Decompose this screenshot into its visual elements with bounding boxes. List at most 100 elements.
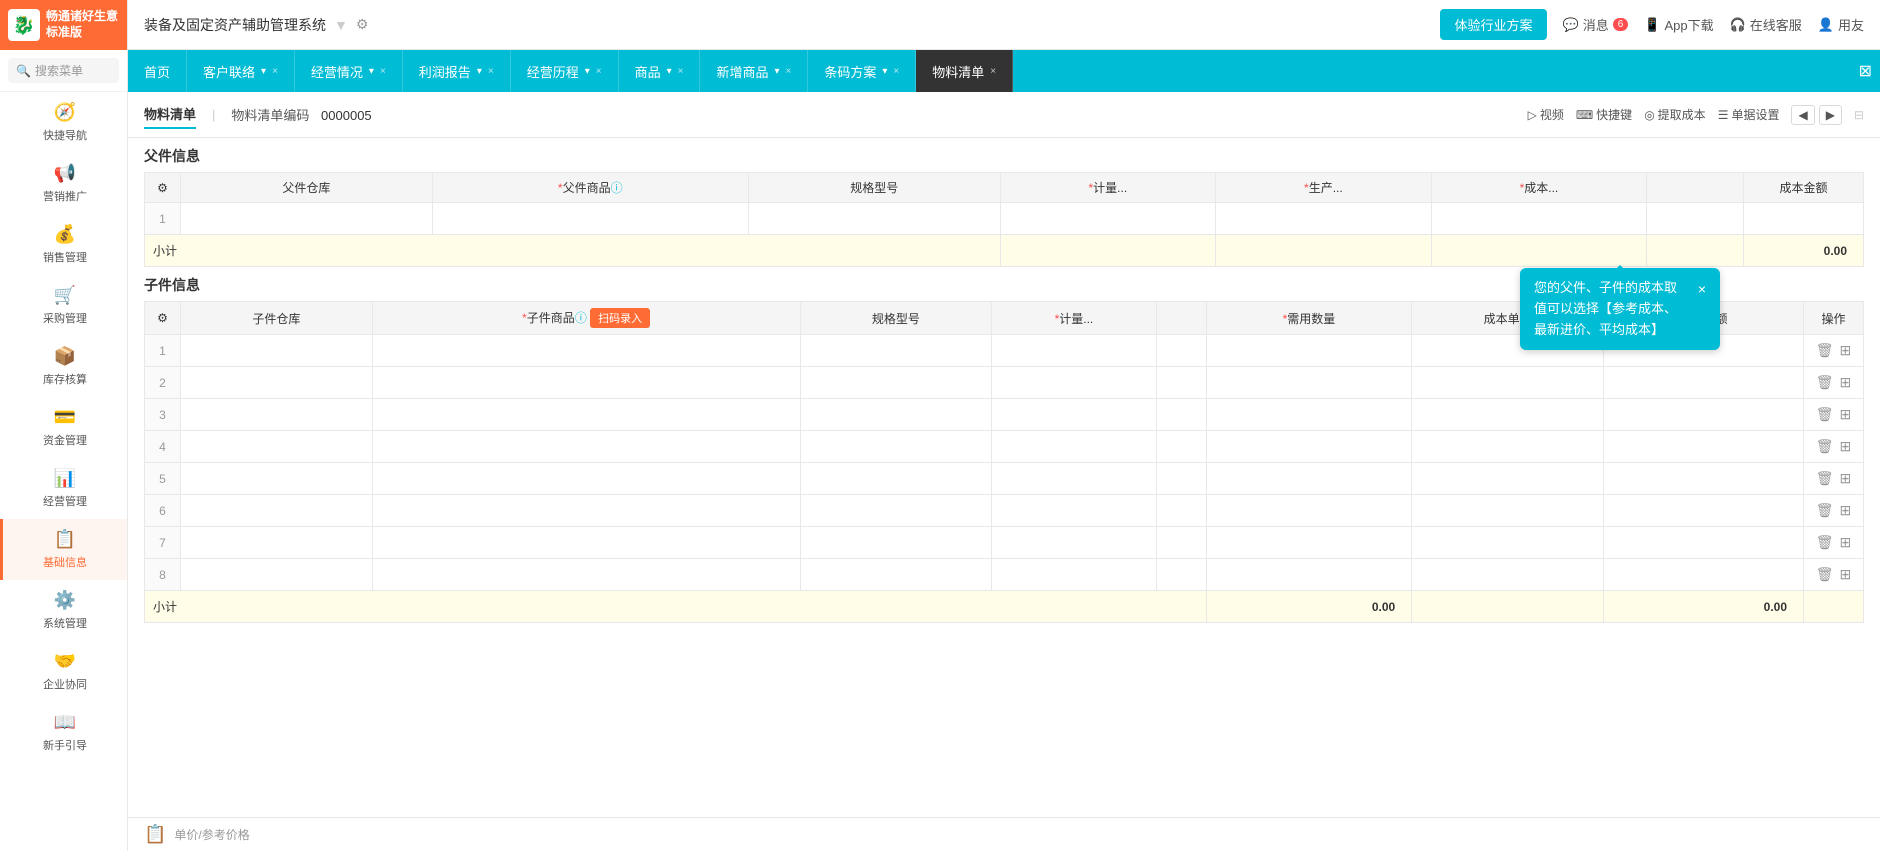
trial-button[interactable]: 体验行业方案 <box>1440 9 1546 40</box>
child-row-5-quantity[interactable] <box>992 463 1156 495</box>
sidebar-item-finance[interactable]: 💳 资金管理 <box>0 397 127 458</box>
sidebar-item-operations[interactable]: 📊 经营管理 <box>0 458 127 519</box>
child-row-1-quantity[interactable] <box>992 335 1156 367</box>
next-button[interactable]: ▶ <box>1819 105 1842 125</box>
child-row-4-needed-qty[interactable] <box>1206 431 1412 463</box>
sidebar-item-purchase[interactable]: 🛒 采购管理 <box>0 275 127 336</box>
child-row-8-delete-button[interactable]: 🗑 <box>1816 566 1834 583</box>
child-row-4-spec[interactable] <box>800 431 992 463</box>
child-row-6-unit-cost[interactable] <box>1412 495 1604 527</box>
bottom-icon[interactable]: 📋 <box>144 824 166 845</box>
child-row-3-unit-cost[interactable] <box>1412 399 1604 431</box>
child-row-2-goods[interactable] <box>372 367 800 399</box>
tab-goods[interactable]: 商品 ▾ × <box>619 50 701 92</box>
child-row-8-goods[interactable] <box>372 559 800 591</box>
grid-icon[interactable]: ⊟ <box>1854 108 1864 122</box>
tab-history[interactable]: 经营历程 ▾ × <box>511 50 619 92</box>
sub-tab-bom-number[interactable]: 物料清单编码 0000005 <box>231 101 371 128</box>
child-row-4-delete-button[interactable]: 🗑 <box>1816 438 1834 455</box>
child-row-1-spec[interactable] <box>800 335 992 367</box>
child-row-7-delete-button[interactable]: 🗑 <box>1816 534 1834 551</box>
child-row-7-warehouse[interactable] <box>181 527 373 559</box>
child-row-1-needed-qty[interactable] <box>1206 335 1412 367</box>
sidebar-item-quick-nav[interactable]: 🧭 快捷导航 <box>0 92 127 153</box>
sidebar-item-inventory[interactable]: 📦 库存核算 <box>0 336 127 397</box>
app-download-button[interactable]: 📱 App下载 <box>1644 15 1713 34</box>
child-row-3-copy-button[interactable]: ⊞ <box>1840 406 1852 423</box>
child-row-8-needed-qty[interactable] <box>1206 559 1412 591</box>
child-row-1-warehouse[interactable] <box>181 335 373 367</box>
child-row-5-delete-button[interactable]: 🗑 <box>1816 470 1834 487</box>
tab-goods-close[interactable]: × <box>678 66 684 77</box>
child-row-2-quantity[interactable] <box>992 367 1156 399</box>
child-row-7-goods[interactable] <box>372 527 800 559</box>
parent-row-1-production[interactable] <box>1216 203 1432 235</box>
sidebar-item-system[interactable]: ⚙️ 系统管理 <box>0 580 127 641</box>
child-row-4-goods[interactable] <box>372 431 800 463</box>
child-row-8-spec[interactable] <box>800 559 992 591</box>
child-row-7-needed-qty[interactable] <box>1206 527 1412 559</box>
child-row-3-needed-qty[interactable] <box>1206 399 1412 431</box>
child-row-5-spec[interactable] <box>800 463 992 495</box>
child-row-7-quantity[interactable] <box>992 527 1156 559</box>
tab-barcode-close[interactable]: × <box>893 66 899 77</box>
sidebar-item-sales[interactable]: 💰 销售管理 <box>0 214 127 275</box>
child-row-3-delete-button[interactable]: 🗑 <box>1816 406 1834 423</box>
tab-new-goods-close[interactable]: × <box>786 66 792 77</box>
tab-bom-close[interactable]: × <box>990 66 996 77</box>
tab-bom[interactable]: 物料清单 × <box>916 50 1013 92</box>
child-row-4-copy-button[interactable]: ⊞ <box>1840 438 1852 455</box>
parent-col-settings[interactable]: ⚙ <box>145 173 181 203</box>
child-row-2-needed-qty[interactable] <box>1206 367 1412 399</box>
parent-row-1-spec[interactable] <box>748 203 1000 235</box>
child-row-8-unit-cost[interactable] <box>1412 559 1604 591</box>
tab-profit[interactable]: 利润报告 ▾ × <box>403 50 511 92</box>
tab-profit-close[interactable]: × <box>488 66 494 77</box>
child-row-6-goods[interactable] <box>372 495 800 527</box>
child-row-6-delete-button[interactable]: 🗑 <box>1816 502 1834 519</box>
tab-new-goods[interactable]: 新增商品 ▾ × <box>700 50 808 92</box>
message-button[interactable]: 💬 消息 6 <box>1563 15 1629 34</box>
sidebar-search[interactable]: 🔍 搜索菜单 <box>0 50 127 92</box>
view-button[interactable]: ▷ 视频 <box>1528 106 1564 123</box>
tab-customer[interactable]: 客户联络 ▾ × <box>187 50 295 92</box>
child-row-3-goods[interactable] <box>372 399 800 431</box>
tab-business[interactable]: 经营情况 ▾ × <box>295 50 403 92</box>
child-row-8-quantity[interactable] <box>992 559 1156 591</box>
child-row-2-delete-button[interactable]: 🗑 <box>1816 374 1834 391</box>
parent-row-1-warehouse[interactable] <box>181 203 433 235</box>
child-row-2-unit-cost[interactable] <box>1412 367 1604 399</box>
child-row-1-copy-button[interactable]: ⊞ <box>1840 342 1852 359</box>
child-row-1-delete-button[interactable]: 🗑 <box>1816 342 1834 359</box>
child-col-settings[interactable]: ⚙ <box>145 302 181 335</box>
child-row-3-spec[interactable] <box>800 399 992 431</box>
child-row-4-quantity[interactable] <box>992 431 1156 463</box>
child-row-7-copy-button[interactable]: ⊞ <box>1840 534 1852 551</box>
scan-button[interactable]: 扫码录入 <box>590 308 650 328</box>
shortcut-button[interactable]: ⌨ 快捷键 <box>1576 106 1632 123</box>
child-row-6-warehouse[interactable] <box>181 495 373 527</box>
child-row-5-goods[interactable] <box>372 463 800 495</box>
online-service-button[interactable]: 🎧 在线客服 <box>1730 15 1802 34</box>
child-row-2-spec[interactable] <box>800 367 992 399</box>
child-row-3-quantity[interactable] <box>992 399 1156 431</box>
child-row-6-copy-button[interactable]: ⊞ <box>1840 502 1852 519</box>
tab-home[interactable]: 首页 <box>128 50 187 92</box>
sidebar-item-enterprise[interactable]: 🤝 企业协同 <box>0 641 127 702</box>
child-row-7-unit-cost[interactable] <box>1412 527 1604 559</box>
tab-history-close[interactable]: × <box>596 66 602 77</box>
single-settings-button[interactable]: ☰ 单据设置 <box>1718 106 1780 123</box>
child-row-6-needed-qty[interactable] <box>1206 495 1412 527</box>
child-row-5-warehouse[interactable] <box>181 463 373 495</box>
child-row-2-copy-button[interactable]: ⊞ <box>1840 374 1852 391</box>
tab-barcode[interactable]: 条码方案 ▾ × <box>808 50 916 92</box>
tab-customer-close[interactable]: × <box>272 66 278 77</box>
child-row-8-warehouse[interactable] <box>181 559 373 591</box>
tab-business-close[interactable]: × <box>380 66 386 77</box>
child-row-6-spec[interactable] <box>800 495 992 527</box>
child-row-6-quantity[interactable] <box>992 495 1156 527</box>
child-row-4-warehouse[interactable] <box>181 431 373 463</box>
child-row-2-warehouse[interactable] <box>181 367 373 399</box>
sub-tab-bom-list[interactable]: 物料清单 <box>144 100 196 129</box>
child-row-5-unit-cost[interactable] <box>1412 463 1604 495</box>
